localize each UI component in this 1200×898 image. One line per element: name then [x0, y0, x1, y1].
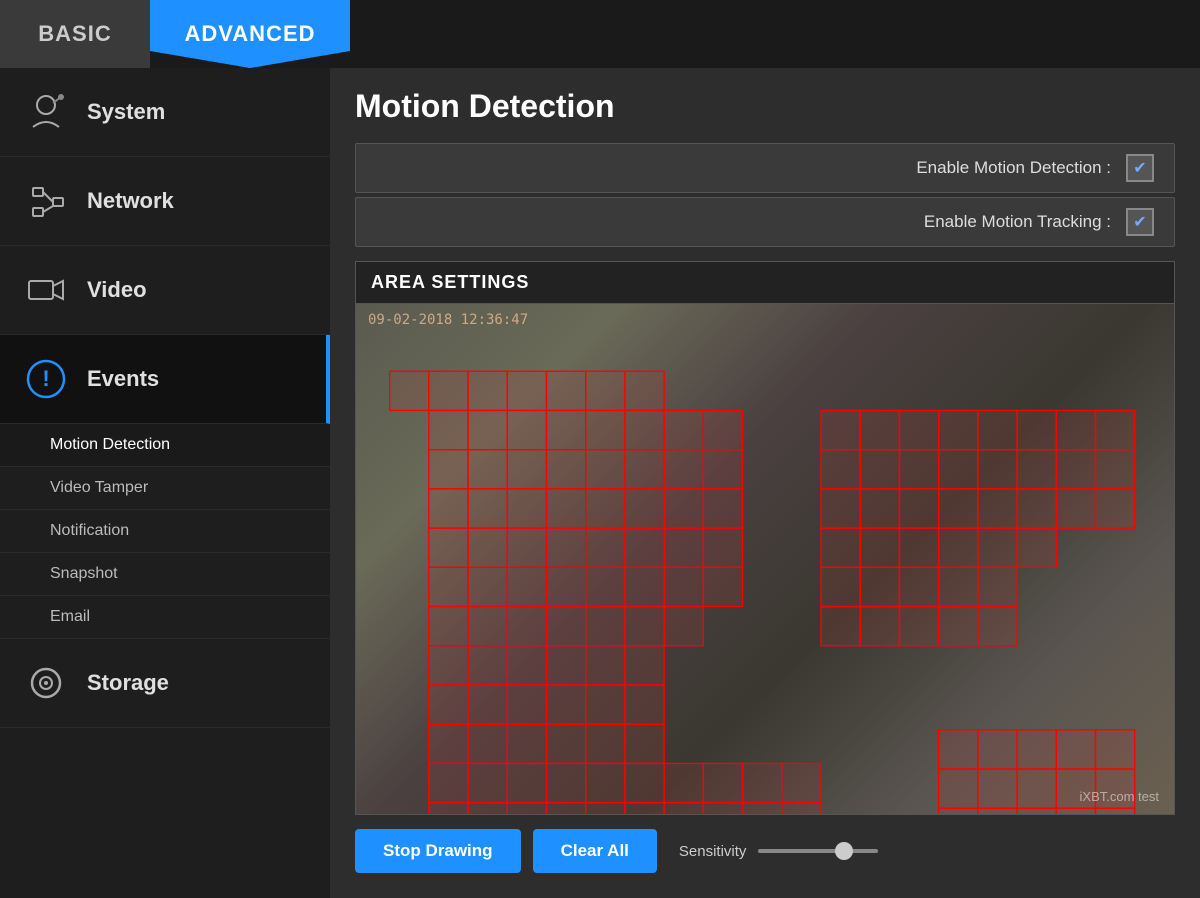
camera-background	[356, 304, 1174, 814]
system-icon	[20, 86, 72, 138]
sensitivity-label: Sensitivity	[679, 843, 747, 860]
main-layout: System Network Video	[0, 68, 1200, 898]
submenu-notification[interactable]: Notification	[0, 510, 330, 553]
submenu-video-tamper[interactable]: Video Tamper	[0, 467, 330, 510]
motion-tracking-checkbox[interactable]: ✔	[1126, 208, 1154, 236]
stop-drawing-button[interactable]: Stop Drawing	[355, 829, 521, 873]
sidebar-events-label: Events	[87, 366, 159, 392]
sidebar-item-system[interactable]: System	[0, 68, 330, 157]
events-icon: !	[20, 353, 72, 405]
sidebar-system-label: System	[87, 99, 165, 125]
sidebar-item-network[interactable]: Network	[0, 157, 330, 246]
storage-icon	[20, 657, 72, 709]
motion-detection-checkbox[interactable]: ✔	[1126, 154, 1154, 182]
sidebar-video-label: Video	[87, 277, 147, 303]
clear-all-button[interactable]: Clear All	[533, 829, 657, 873]
svg-text:!: !	[42, 366, 49, 391]
area-settings-header: AREA SETTINGS	[356, 262, 1174, 304]
bottom-bar: Stop Drawing Clear All Sensitivity	[355, 815, 1175, 878]
sidebar-item-video[interactable]: Video	[0, 246, 330, 335]
camera-watermark: iXBT.com test	[1080, 789, 1159, 804]
video-icon	[20, 264, 72, 316]
area-settings-box: AREA SETTINGS 09-02-2018 12:36:47 iXBT.c…	[355, 261, 1175, 815]
sensitivity-slider[interactable]	[758, 849, 878, 853]
tab-advanced[interactable]: ADVANCED	[150, 0, 350, 68]
motion-detection-row: Enable Motion Detection : ✔	[355, 143, 1175, 193]
camera-feed[interactable]: 09-02-2018 12:36:47 iXBT.com test	[356, 304, 1174, 814]
tab-basic[interactable]: BASIC	[0, 0, 150, 68]
network-icon	[20, 175, 72, 227]
submenu-email[interactable]: Email	[0, 596, 330, 639]
sidebar-network-label: Network	[87, 188, 174, 214]
page-title: Motion Detection	[355, 88, 1175, 125]
submenu-snapshot[interactable]: Snapshot	[0, 553, 330, 596]
sidebar-item-storage[interactable]: Storage	[0, 639, 330, 728]
motion-tracking-label: Enable Motion Tracking :	[376, 212, 1126, 232]
camera-timestamp: 09-02-2018 12:36:47	[368, 312, 528, 328]
submenu-motion-detection[interactable]: Motion Detection	[0, 424, 330, 467]
sidebar: System Network Video	[0, 68, 330, 898]
motion-detection-label: Enable Motion Detection :	[376, 158, 1126, 178]
top-tabs: BASIC ADVANCED	[0, 0, 1200, 68]
motion-tracking-row: Enable Motion Tracking : ✔	[355, 197, 1175, 247]
sidebar-storage-label: Storage	[87, 670, 169, 696]
sidebar-item-events[interactable]: ! Events	[0, 335, 330, 424]
content-area: Motion Detection Enable Motion Detection…	[330, 68, 1200, 898]
